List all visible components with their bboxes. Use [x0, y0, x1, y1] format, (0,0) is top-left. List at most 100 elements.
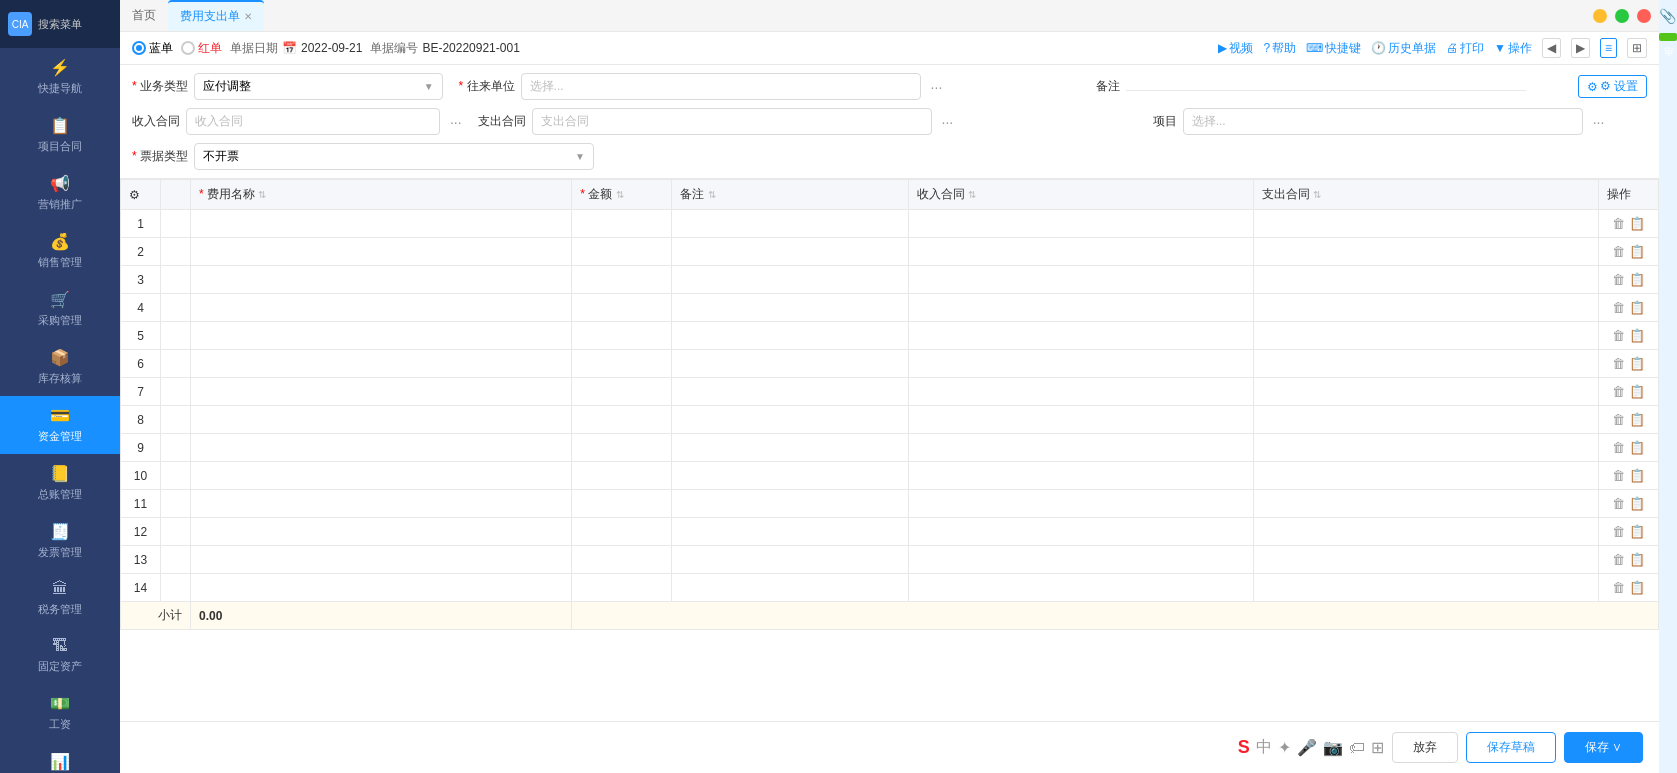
row-1-delete-icon[interactable]: 🗑: [1612, 216, 1625, 231]
row-13-income-contract[interactable]: [908, 546, 1253, 574]
view-grid-button[interactable]: ⊞: [1627, 38, 1647, 58]
row-7-delete-icon[interactable]: 🗑: [1612, 384, 1625, 399]
row-10-name[interactable]: [191, 462, 572, 490]
row-12-income-contract[interactable]: [908, 518, 1253, 546]
toolbar-help-button[interactable]: ?帮助: [1263, 40, 1296, 57]
row-11-expense-contract[interactable]: [1253, 490, 1598, 518]
row-2-name[interactable]: [191, 238, 572, 266]
row-8-delete-icon[interactable]: 🗑: [1612, 412, 1625, 427]
business-type-select[interactable]: 应付调整 ▼: [194, 73, 443, 100]
project-more-icon[interactable]: ···: [1593, 114, 1605, 130]
sidebar-item-tax[interactable]: 🏛税务管理: [0, 570, 120, 627]
row-11-income-contract[interactable]: [908, 490, 1253, 518]
row-11-name[interactable]: [191, 490, 572, 518]
row-11-amount[interactable]: [572, 490, 672, 518]
row-12-amount[interactable]: [572, 518, 672, 546]
row-9-memo[interactable]: [672, 434, 909, 462]
row-10-expense-contract[interactable]: [1253, 462, 1598, 490]
toolbar-video-button[interactable]: ▶视频: [1218, 40, 1253, 57]
row-1-copy-icon[interactable]: 📋: [1629, 216, 1645, 231]
footer-icon-2[interactable]: ✦: [1278, 738, 1291, 757]
nav-prev-button[interactable]: ◀: [1542, 38, 1561, 58]
toolbar-operate-button[interactable]: ▼操作: [1494, 40, 1532, 57]
row-1-name[interactable]: [191, 210, 572, 238]
row-8-expense-contract[interactable]: [1253, 406, 1598, 434]
row-2-memo[interactable]: [672, 238, 909, 266]
row-12-memo[interactable]: [672, 518, 909, 546]
partner-input[interactable]: 选择...: [521, 73, 921, 100]
row-2-income-contract[interactable]: [908, 238, 1253, 266]
col-expense-contract-header[interactable]: 支出合同 ⇅: [1253, 180, 1598, 210]
row-14-delete-icon[interactable]: 🗑: [1612, 580, 1625, 595]
window-maximize-button[interactable]: [1615, 9, 1629, 23]
save-draft-button[interactable]: 保存草稿: [1466, 732, 1556, 763]
toolbar-history-button[interactable]: 🕐历史单据: [1371, 40, 1436, 57]
row-9-copy-icon[interactable]: 📋: [1629, 440, 1645, 455]
row-11-memo[interactable]: [672, 490, 909, 518]
row-4-name[interactable]: [191, 294, 572, 322]
sidebar-item-sales[interactable]: 💰销售管理: [0, 222, 120, 280]
sidebar-item-project-contract[interactable]: 📋项目合同: [0, 106, 120, 164]
row-6-copy-icon[interactable]: 📋: [1629, 356, 1645, 371]
row-8-amount[interactable]: [572, 406, 672, 434]
row-8-name[interactable]: [191, 406, 572, 434]
row-4-delete-icon[interactable]: 🗑: [1612, 300, 1625, 315]
row-13-memo[interactable]: [672, 546, 909, 574]
red-radio[interactable]: [181, 41, 195, 55]
row-13-delete-icon[interactable]: 🗑: [1612, 552, 1625, 567]
row-6-name[interactable]: [191, 350, 572, 378]
row-5-amount[interactable]: [572, 322, 672, 350]
footer-icon-5[interactable]: 🏷: [1349, 739, 1365, 757]
window-minimize-button[interactable]: [1593, 9, 1607, 23]
sidebar-item-salary[interactable]: 💵工资: [0, 684, 120, 742]
tab-home[interactable]: 首页: [120, 0, 168, 31]
row-8-income-contract[interactable]: [908, 406, 1253, 434]
sidebar-item-inventory[interactable]: 📦库存核算: [0, 338, 120, 396]
footer-icon-6[interactable]: ⊞: [1371, 738, 1384, 757]
row-3-name[interactable]: [191, 266, 572, 294]
row-12-delete-icon[interactable]: 🗑: [1612, 524, 1625, 539]
row-6-income-contract[interactable]: [908, 350, 1253, 378]
invoice-type-select[interactable]: 不开票 ▼: [194, 143, 594, 170]
row-1-expense-contract[interactable]: [1253, 210, 1598, 238]
expense-contract-more-icon[interactable]: ···: [942, 114, 954, 130]
row-10-amount[interactable]: [572, 462, 672, 490]
right-sidebar-item-1[interactable]: 📎: [1658, 4, 1677, 29]
col-memo-header[interactable]: 备注 ⇅: [672, 180, 909, 210]
toolbar-shortcut-button[interactable]: ⌨快捷键: [1306, 40, 1361, 57]
partner-more-icon[interactable]: ···: [931, 79, 943, 95]
settings-button[interactable]: ⚙ ⚙ 设置: [1578, 75, 1647, 98]
row-9-income-contract[interactable]: [908, 434, 1253, 462]
col-income-contract-sort-icon[interactable]: ⇅: [968, 189, 976, 200]
row-4-memo[interactable]: [672, 294, 909, 322]
row-7-name[interactable]: [191, 378, 572, 406]
sidebar-search-label[interactable]: 搜索菜单: [38, 17, 82, 32]
row-10-memo[interactable]: [672, 462, 909, 490]
discard-button[interactable]: 放弃: [1392, 732, 1458, 763]
row-5-copy-icon[interactable]: 📋: [1629, 328, 1645, 343]
row-13-expense-contract[interactable]: [1253, 546, 1598, 574]
col-memo-sort-icon[interactable]: ⇅: [708, 189, 716, 200]
row-4-income-contract[interactable]: [908, 294, 1253, 322]
row-13-copy-icon[interactable]: 📋: [1629, 552, 1645, 567]
row-2-amount[interactable]: [572, 238, 672, 266]
save-button[interactable]: 保存 ∨: [1564, 732, 1643, 763]
row-7-amount[interactable]: [572, 378, 672, 406]
income-contract-more-icon[interactable]: ···: [450, 114, 462, 130]
blue-radio-label[interactable]: 蓝单: [132, 40, 173, 57]
sidebar-item-operations[interactable]: 📊经营管理: [0, 742, 120, 773]
row-7-memo[interactable]: [672, 378, 909, 406]
row-6-memo[interactable]: [672, 350, 909, 378]
row-1-income-contract[interactable]: [908, 210, 1253, 238]
tab-close-expense[interactable]: ✕: [244, 11, 252, 22]
row-9-name[interactable]: [191, 434, 572, 462]
sidebar-item-purchase[interactable]: 🛒采购管理: [0, 280, 120, 338]
row-11-delete-icon[interactable]: 🗑: [1612, 496, 1625, 511]
col-income-contract-header[interactable]: 收入合同 ⇅: [908, 180, 1253, 210]
toolbar-print-button[interactable]: 🖨打印: [1446, 40, 1484, 57]
col-settings-header[interactable]: ⚙: [121, 180, 161, 210]
row-13-amount[interactable]: [572, 546, 672, 574]
sidebar-item-marketing[interactable]: 📢营销推广: [0, 164, 120, 222]
blue-radio[interactable]: [132, 41, 146, 55]
sidebar-item-invoice[interactable]: 🧾发票管理: [0, 512, 120, 570]
